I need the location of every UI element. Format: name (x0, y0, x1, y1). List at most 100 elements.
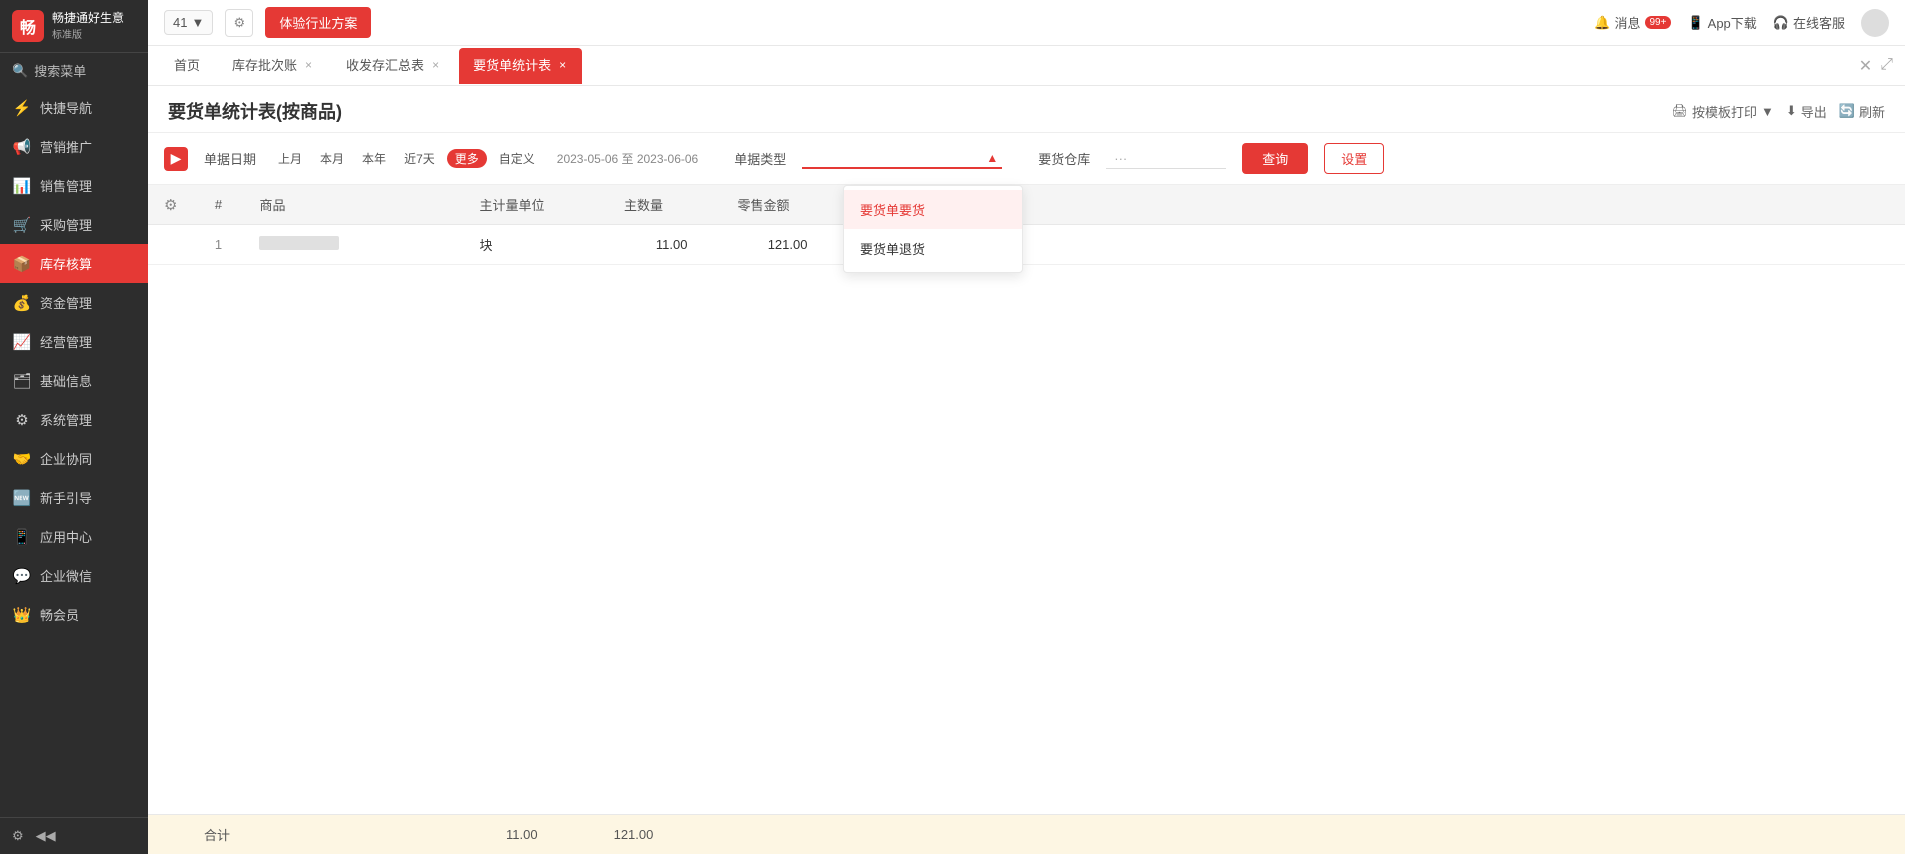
row-product (243, 225, 463, 265)
sidebar-item-purchase[interactable]: 🛒 采购管理 (0, 205, 148, 244)
sidebar-item-quick-nav[interactable]: ⚡ 快捷导航 (0, 88, 148, 127)
date-last7-btn[interactable]: 近7天 (398, 148, 441, 169)
wechat-icon: 💬 (12, 567, 32, 585)
tab-inventory-batch-label: 库存批次账 (232, 55, 297, 74)
app-download-btn[interactable]: 📱 App下载 (1687, 13, 1756, 32)
sidebar-item-sales[interactable]: 📊 销售管理 (0, 166, 148, 205)
sidebar-item-coop[interactable]: 🤝 企业协同 (0, 439, 148, 478)
table-row: 1 块 11.00 121.00 (148, 225, 1905, 265)
column-settings-icon[interactable]: ⚙ (164, 197, 177, 214)
sidebar-item-label: 营销推广 (40, 137, 92, 156)
sidebar-item-base[interactable]: 🗂 基础信息 (0, 361, 148, 400)
tab-order-summary[interactable]: 要货单统计表 × (459, 48, 582, 84)
date-custom-btn[interactable]: 自定义 (493, 148, 541, 169)
table-footer: 合计 11.00 121.00 (148, 814, 1905, 854)
warehouse-filter-select[interactable]: ··· (1106, 149, 1226, 169)
maximize-window-icon[interactable]: ⤢ (1880, 56, 1893, 76)
sidebar-item-label: 采购管理 (40, 215, 92, 234)
headset-icon: 🎧 (1773, 15, 1789, 31)
fold-sidebar-btn[interactable]: ◀◀ (36, 828, 56, 844)
store-selector[interactable]: 41 ▼ (164, 10, 213, 35)
tab-receive-summary[interactable]: 收发存汇总表 × (332, 48, 455, 84)
sidebar-item-label: 经营管理 (40, 332, 92, 351)
purchase-icon: 🛒 (12, 216, 32, 234)
filter-expand-btn[interactable]: ▶ (164, 147, 188, 171)
export-icon: ⬇ (1786, 103, 1797, 119)
type-filter-label: 单据类型 (734, 149, 786, 168)
export-label: 导出 (1801, 102, 1827, 121)
sidebar-item-finance[interactable]: 💰 资金管理 (0, 283, 148, 322)
marketing-icon: 📢 (12, 138, 32, 156)
type-filter-select-wrapper[interactable]: ▲ (802, 148, 1002, 169)
date-this-month-btn[interactable]: 本月 (314, 148, 350, 169)
trial-btn[interactable]: 体验行业方案 (265, 7, 371, 38)
date-this-year-btn[interactable]: 本年 (356, 148, 392, 169)
sidebar-item-wechat[interactable]: 💬 企业微信 (0, 556, 148, 595)
sales-icon: 📊 (12, 177, 32, 195)
online-service-label: 在线客服 (1793, 13, 1845, 32)
sidebar-item-inventory[interactable]: 📦 库存核算 (0, 244, 148, 283)
app-download-label: App下载 (1708, 13, 1757, 32)
sidebar-item-label: 畅会员 (40, 605, 79, 624)
tab-inventory-batch-close[interactable]: × (303, 58, 314, 72)
sidebar-item-label: 系统管理 (40, 410, 92, 429)
bell-icon: 🔔 (1594, 15, 1610, 31)
settings-bottom-icon[interactable]: ⚙ (12, 828, 24, 844)
filter-area: ▶ 单据日期 上月 本月 本年 近7天 更多 自定义 2023-05-06 至 … (148, 133, 1905, 185)
export-btn[interactable]: ⬇ 导出 (1786, 102, 1827, 121)
sidebar: 畅 畅捷通好生意 标准版 🔍 搜索菜单 ⚡ 快捷导航 📢 营销推广 📊 销售管理… (0, 0, 148, 854)
sidebar-search-label: 搜索菜单 (34, 61, 86, 80)
sidebar-item-label: 销售管理 (40, 176, 92, 195)
tab-order-summary-close[interactable]: × (557, 58, 568, 72)
date-range-display: 2023-05-06 至 2023-06-06 (557, 150, 698, 167)
base-icon: 🗂 (12, 372, 32, 390)
table-area: ⚙ # 商品 主计量单位 主数量 零售金额 1 (148, 185, 1905, 814)
logo-icon: 畅 (12, 10, 44, 42)
sidebar-item-operations[interactable]: 📈 经营管理 (0, 322, 148, 361)
sidebar-search[interactable]: 🔍 搜索菜单 (0, 53, 148, 88)
guide-icon: 🆕 (12, 489, 32, 507)
online-service-btn[interactable]: 🎧 在线客服 (1773, 13, 1845, 32)
member-icon: 👑 (12, 606, 32, 624)
warehouse-more-dots[interactable]: ··· (1114, 151, 1127, 166)
chevron-up-icon[interactable]: ▲ (986, 151, 998, 165)
topbar-right: 🔔 消息 99+ 📱 App下载 🎧 在线客服 (1594, 9, 1889, 37)
sidebar-item-system[interactable]: ⚙ 系统管理 (0, 400, 148, 439)
date-last-month-btn[interactable]: 上月 (272, 148, 308, 169)
finance-icon: 💰 (12, 294, 32, 312)
close-window-icon[interactable]: ✕ (1859, 56, 1872, 76)
row-num: 1 (193, 225, 243, 265)
page-header: 要货单统计表(按商品) 🖨 按模板打印 ▼ ⬇ 导出 🔄 刷新 (148, 86, 1905, 133)
sidebar-item-label: 资金管理 (40, 293, 92, 312)
topbar-settings-btn[interactable]: ⚙ (225, 9, 253, 37)
date-filter-label: 单据日期 (204, 149, 256, 168)
tab-home[interactable]: 首页 (160, 48, 214, 84)
data-table: ⚙ # 商品 主计量单位 主数量 零售金额 1 (148, 185, 1905, 265)
sidebar-scroll: ⚡ 快捷导航 📢 营销推广 📊 销售管理 🛒 采购管理 📦 库存核算 💰 资金管… (0, 88, 148, 817)
sidebar-bottom: ⚙ ◀◀ (0, 817, 148, 854)
user-avatar[interactable] (1861, 9, 1889, 37)
print-btn[interactable]: 🖨 按模板打印 ▼ (1671, 102, 1773, 121)
tab-inventory-batch[interactable]: 库存批次账 × (218, 48, 328, 84)
inventory-icon: 📦 (12, 255, 32, 273)
type-filter-input[interactable] (806, 150, 986, 165)
dropdown-item-order-single[interactable]: 要货单要货 (844, 190, 1022, 229)
sidebar-item-appstore[interactable]: 📱 应用中心 (0, 517, 148, 556)
logo-name: 畅捷通好生意 (52, 11, 124, 27)
product-name-placeholder (259, 236, 339, 250)
sidebar-item-member[interactable]: 👑 畅会员 (0, 595, 148, 634)
query-btn[interactable]: 查询 (1242, 143, 1308, 174)
quick-nav-icon: ⚡ (12, 99, 32, 117)
set-btn[interactable]: 设置 (1324, 143, 1384, 174)
sidebar-item-marketing[interactable]: 📢 营销推广 (0, 127, 148, 166)
tab-receive-summary-close[interactable]: × (430, 58, 441, 72)
refresh-btn[interactable]: 🔄 刷新 (1839, 102, 1885, 121)
notifications-btn[interactable]: 🔔 消息 99+ (1594, 13, 1671, 32)
tab-window-btns: ✕ ⤢ (1859, 56, 1893, 76)
dropdown-item-order-return[interactable]: 要货单退货 (844, 229, 1022, 268)
row-settings (148, 225, 193, 265)
date-more-btn[interactable]: 更多 (447, 149, 487, 168)
footer-amount: 121.00 (614, 827, 654, 842)
store-value: 41 (173, 15, 187, 30)
sidebar-item-guide[interactable]: 🆕 新手引导 (0, 478, 148, 517)
